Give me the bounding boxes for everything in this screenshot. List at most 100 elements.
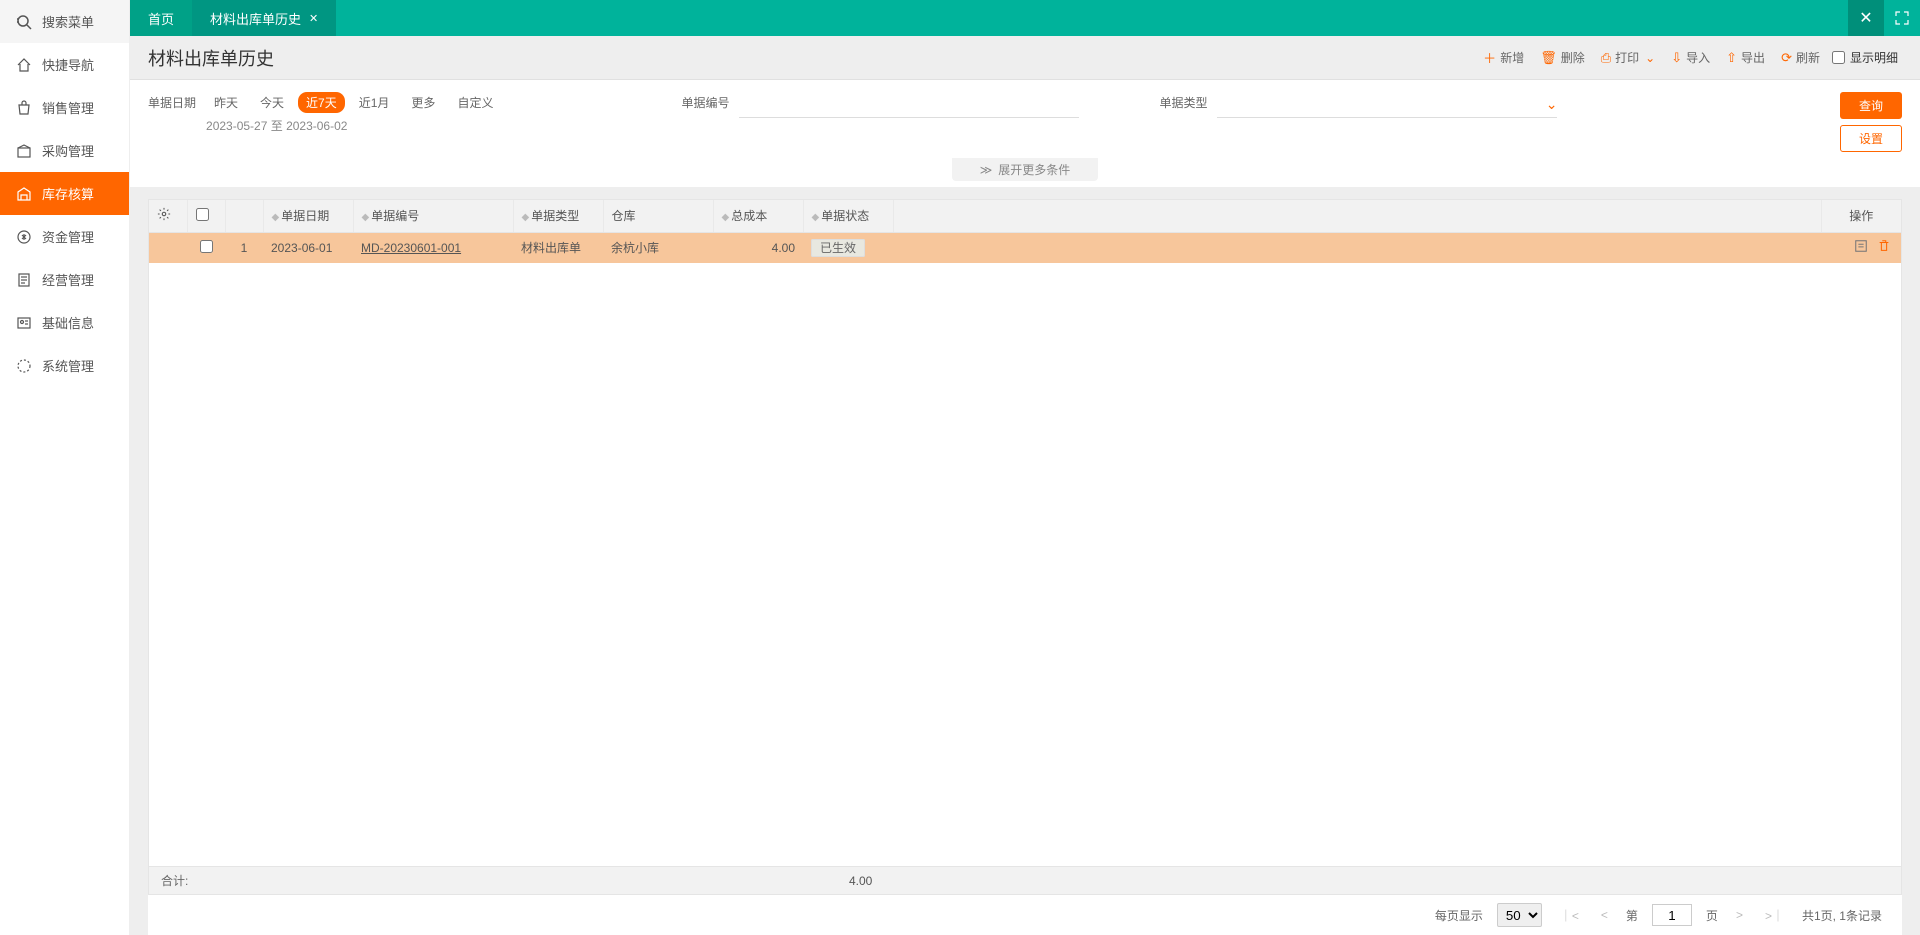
row-type: 材料出库单	[513, 233, 603, 263]
filter-date-range: 2023-05-27 至 2023-06-02	[206, 117, 501, 134]
close-icon[interactable]: ✕	[309, 12, 318, 25]
box-icon	[16, 143, 32, 159]
row-cost: 4.00	[713, 233, 803, 263]
sidebar-item-quicknav[interactable]: 快捷导航	[0, 43, 129, 86]
import-button[interactable]: ⇩导入	[1663, 45, 1718, 70]
date-pill-yesterday[interactable]: 昨天	[206, 92, 246, 113]
sidebar-item-label: 销售管理	[42, 98, 94, 117]
col-index	[225, 200, 263, 232]
filter-date: 单据日期 昨天 今天 近7天 近1月 更多 自定义 2023-05-27 至 2…	[148, 92, 501, 134]
row-index: 1	[225, 233, 263, 263]
row-date: 2023-06-01	[263, 233, 353, 263]
date-pill-1month[interactable]: 近1月	[351, 92, 398, 113]
docno-input[interactable]	[739, 92, 1079, 118]
sidebar-item-search[interactable]: 搜索菜单	[0, 0, 129, 43]
show-detail-toggle[interactable]: 显示明细	[1828, 45, 1902, 70]
type-select[interactable]: ⌄	[1217, 92, 1557, 118]
sidebar-item-label: 搜索菜单	[42, 12, 94, 31]
col-ops: 操作	[1821, 200, 1901, 232]
col-docno[interactable]: ◆单据编号	[353, 200, 513, 232]
add-button[interactable]: ＋新增	[1475, 44, 1532, 71]
tab-home[interactable]: 首页	[130, 0, 192, 36]
id-card-icon	[16, 315, 32, 331]
main-area: 首页 材料出库单历史 ✕ ✕ 材料出库单历史 ＋新增 🗑删除 ⎙打印⌄ ⇩导入 …	[130, 0, 1920, 935]
col-blank	[893, 200, 1821, 232]
plus-icon: ＋	[1483, 48, 1496, 67]
search-icon	[16, 14, 32, 30]
delete-row-icon[interactable]	[1877, 242, 1891, 256]
tab-label: 材料出库单历史	[210, 9, 301, 28]
data-table: ◆单据日期 ◆单据编号 ◆单据类型 仓库 ◆总成本 ◆单据状态 操作	[148, 199, 1902, 895]
tabs-close-button[interactable]: ✕	[1848, 0, 1884, 36]
sidebar-item-sales[interactable]: 销售管理	[0, 86, 129, 129]
date-pill-7days[interactable]: 近7天	[298, 92, 345, 113]
sidebar-item-label: 资金管理	[42, 227, 94, 246]
page-title: 材料出库单历史	[148, 45, 274, 71]
prev-page-button[interactable]: <	[1597, 908, 1612, 922]
col-settings[interactable]	[149, 200, 187, 232]
print-button[interactable]: ⎙打印⌄	[1593, 45, 1663, 70]
sidebar-item-ops[interactable]: 经营管理	[0, 258, 129, 301]
tab-home-label: 首页	[148, 9, 174, 28]
col-status[interactable]: ◆单据状态	[803, 200, 893, 232]
date-pill-custom[interactable]: 自定义	[449, 92, 501, 113]
trash-icon: 🗑	[1540, 50, 1557, 66]
select-all-checkbox[interactable]	[196, 208, 209, 221]
show-detail-checkbox[interactable]	[1832, 51, 1845, 64]
tabs-bar: 首页 材料出库单历史 ✕ ✕	[130, 0, 1920, 36]
status-badge: 已生效	[811, 239, 865, 257]
row-warehouse: 余杭小库	[603, 233, 713, 263]
col-date[interactable]: ◆单据日期	[263, 200, 353, 232]
delete-button[interactable]: 🗑删除	[1532, 45, 1593, 70]
sidebar-item-purchase[interactable]: 采购管理	[0, 129, 129, 172]
gear-icon	[157, 207, 171, 221]
filter-panel: 单据日期 昨天 今天 近7天 近1月 更多 自定义 2023-05-27 至 2…	[130, 80, 1920, 187]
expand-filters-button[interactable]: ≫ 展开更多条件	[952, 158, 1099, 181]
sort-icon: ◆	[812, 212, 820, 223]
shopping-bag-icon	[16, 100, 32, 116]
date-pill-more[interactable]: 更多	[403, 92, 443, 113]
next-page-button[interactable]: >	[1732, 908, 1747, 922]
sort-icon: ◆	[722, 212, 730, 223]
filter-date-label: 单据日期	[148, 92, 196, 114]
sidebar-item-finance[interactable]: 资金管理	[0, 215, 129, 258]
filter-type: 单据类型 ⌄	[1159, 92, 1557, 118]
page-toolbar: 材料出库单历史 ＋新增 🗑删除 ⎙打印⌄ ⇩导入 ⇧导出 ⟳刷新 显示明细	[130, 36, 1920, 80]
fullscreen-button[interactable]	[1884, 0, 1920, 36]
page-label-suf: 页	[1706, 907, 1718, 924]
last-page-button[interactable]: >｜	[1761, 907, 1788, 924]
page-input[interactable]	[1652, 904, 1692, 926]
page-summary: 共1页, 1条记录	[1802, 907, 1882, 924]
row-checkbox[interactable]	[200, 240, 213, 253]
tab-material-out-history[interactable]: 材料出库单历史 ✕	[192, 0, 336, 36]
sidebar-item-baseinfo[interactable]: 基础信息	[0, 301, 129, 344]
refresh-icon: ⟳	[1781, 50, 1792, 66]
query-button[interactable]: 查询	[1840, 92, 1902, 119]
col-select-all[interactable]	[187, 200, 225, 232]
filter-docno-label: 单据编号	[681, 92, 729, 114]
sidebar-item-label: 快捷导航	[42, 55, 94, 74]
view-icon[interactable]	[1854, 242, 1871, 256]
row-docno-link[interactable]: MD-20230601-001	[361, 241, 461, 255]
sort-icon: ◆	[522, 212, 530, 223]
sidebar-item-inventory[interactable]: 库存核算	[0, 172, 129, 215]
date-pill-today[interactable]: 今天	[252, 92, 292, 113]
first-page-button[interactable]: ｜<	[1556, 907, 1583, 924]
per-page-select[interactable]: 50	[1497, 903, 1542, 927]
sidebar-item-system[interactable]: 系统管理	[0, 344, 129, 387]
sort-icon: ◆	[272, 212, 280, 223]
export-button[interactable]: ⇧导出	[1718, 45, 1773, 70]
col-warehouse[interactable]: 仓库	[603, 200, 713, 232]
home-icon	[16, 57, 32, 73]
per-page-label: 每页显示	[1435, 907, 1483, 924]
sidebar: 搜索菜单 快捷导航 销售管理 采购管理 库存核算	[0, 0, 130, 935]
filter-type-label: 单据类型	[1159, 92, 1207, 114]
table-row[interactable]: 1 2023-06-01 MD-20230601-001 材料出库单 余杭小库 …	[149, 233, 1901, 263]
sidebar-item-label: 采购管理	[42, 141, 94, 160]
summary-label: 合计:	[149, 872, 669, 889]
col-cost[interactable]: ◆总成本	[713, 200, 803, 232]
settings-button[interactable]: 设置	[1840, 125, 1902, 152]
pagination: 每页显示 50 ｜< < 第 页 > >｜ 共1页, 1条记录	[148, 895, 1902, 935]
refresh-button[interactable]: ⟳刷新	[1773, 45, 1828, 70]
col-type[interactable]: ◆单据类型	[513, 200, 603, 232]
